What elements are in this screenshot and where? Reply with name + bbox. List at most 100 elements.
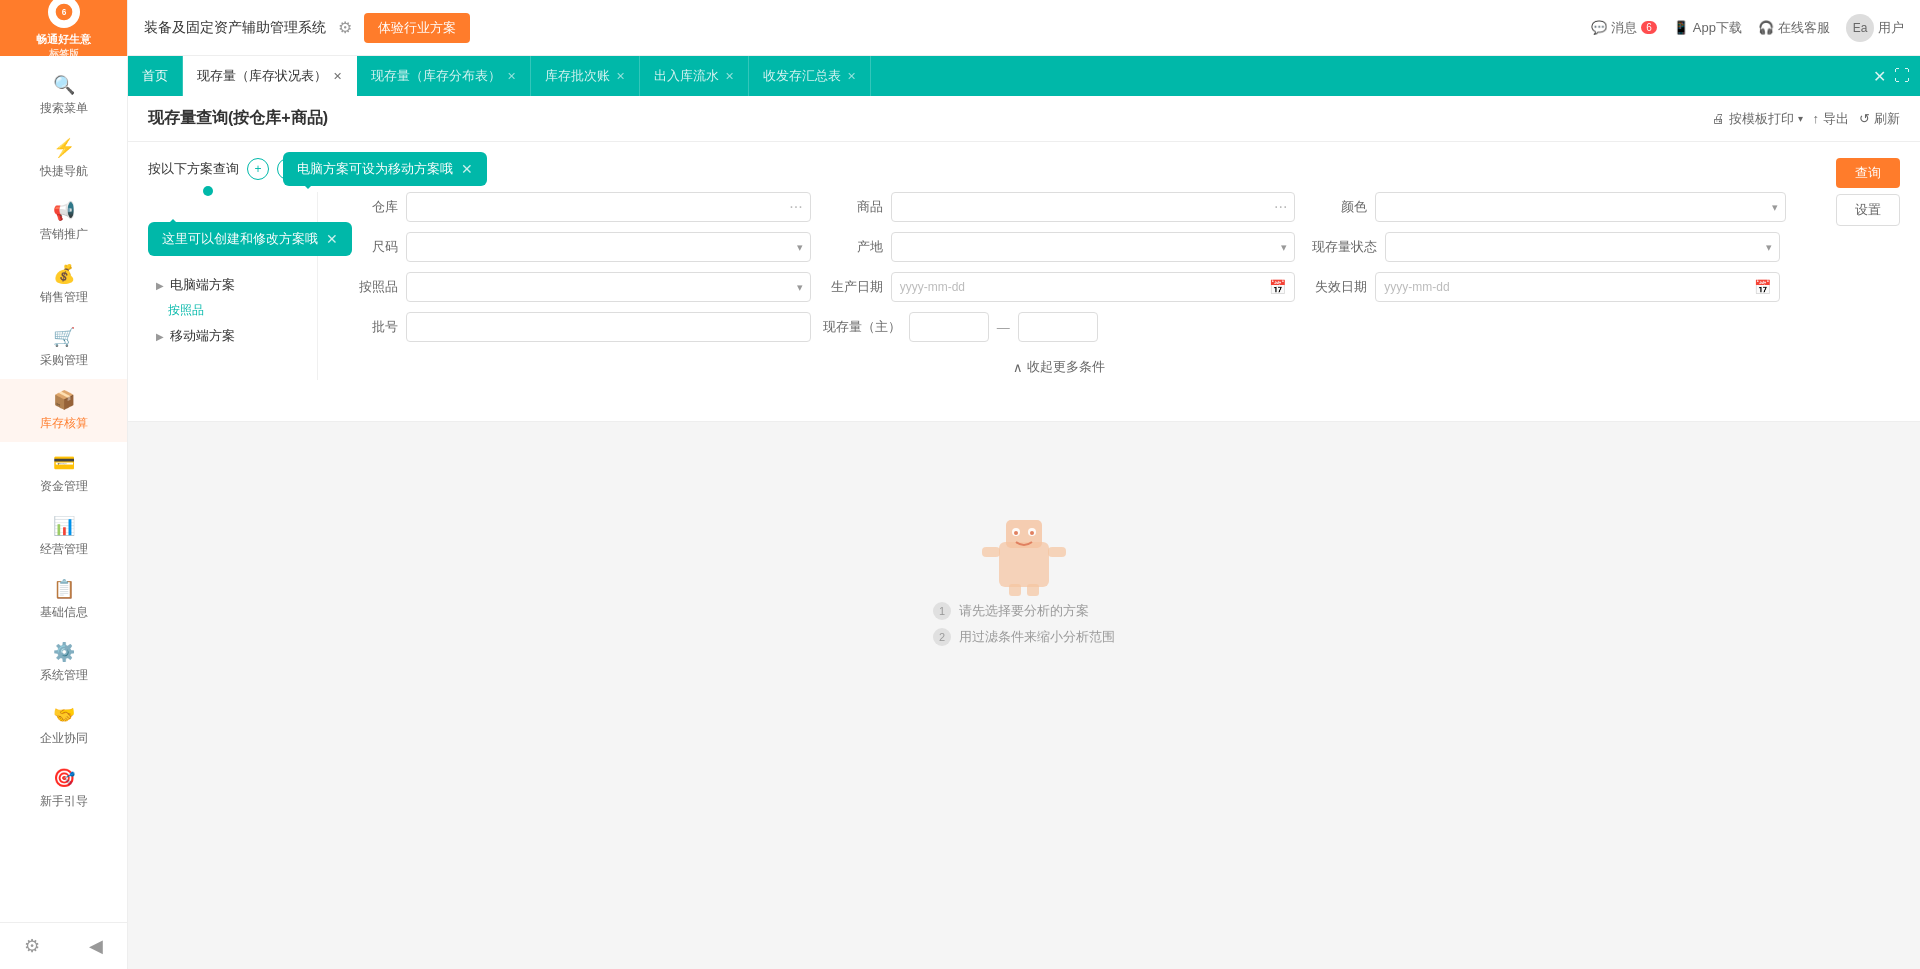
sidebar-label-guide: 新手引导 [40, 793, 88, 810]
goods-input[interactable] [891, 192, 1296, 222]
header: 装备及固定资产辅助管理系统 ⚙ 体验行业方案 💬 消息 6 📱 App下载 🎧 … [128, 0, 1920, 56]
expire-date-input[interactable]: yyyy-mm-dd 📅 [1375, 272, 1780, 302]
color-select[interactable] [1375, 192, 1786, 222]
size-select[interactable] [406, 232, 811, 262]
tooltip2-close[interactable]: ✕ [326, 231, 338, 247]
collapse-btn[interactable]: ∧ 收起更多条件 [338, 354, 1780, 380]
scheme-item-pc[interactable]: ▶ 电脑端方案 [148, 272, 309, 298]
produce-date-input[interactable]: yyyy-mm-dd 📅 [891, 272, 1296, 302]
sidebar-item-basic[interactable]: 📋 基础信息 [0, 568, 127, 631]
refresh-label: 刷新 [1874, 110, 1900, 128]
tab-inventory-dist-label: 现存量（库存分布表） [371, 67, 501, 85]
sidebar-label-inventory: 库存核算 [40, 415, 88, 432]
tab-batch-account[interactable]: 库存批次账 ✕ [531, 56, 640, 96]
sidebar-item-search-menu[interactable]: 🔍 搜索菜单 [0, 64, 127, 127]
sidebar-label-operation: 经营管理 [40, 541, 88, 558]
sidebar-bottom: ⚙ ◀ [0, 922, 127, 969]
support-btn[interactable]: 🎧 在线客服 [1758, 19, 1830, 37]
stock-status-select[interactable] [1385, 232, 1780, 262]
message-badge: 6 [1641, 21, 1657, 34]
sidebar-label-system: 系统管理 [40, 667, 88, 684]
empty-state: 1 请先选择要分析的方案 2 用过滤条件来缩小分析范围 [128, 422, 1920, 726]
tab-in-out-flow[interactable]: 出入库流水 ✕ [640, 56, 749, 96]
header-left: 装备及固定资产辅助管理系统 ⚙ 体验行业方案 [144, 13, 470, 43]
template-print-btn[interactable]: 🖨 按模板打印 ▾ [1712, 110, 1803, 128]
tab-recv-summary-label: 收发存汇总表 [763, 67, 841, 85]
sidebar-item-sales[interactable]: 💰 销售管理 [0, 253, 127, 316]
sidebar-label-enterprise: 企业协同 [40, 730, 88, 747]
app-download-btn[interactable]: 📱 App下载 [1673, 19, 1742, 37]
sidebar-item-marketing[interactable]: 📢 营销推广 [0, 190, 127, 253]
export-btn[interactable]: ↑ 导出 [1813, 110, 1850, 128]
origin-select[interactable] [891, 232, 1296, 262]
tab-inventory-status-close[interactable]: ✕ [333, 70, 342, 83]
tooltip1-close[interactable]: ✕ [461, 161, 473, 177]
search-btn[interactable]: 查询 [1836, 158, 1900, 188]
sidebar-item-quick-nav[interactable]: ⚡ 快捷导航 [0, 127, 127, 190]
tab-batch-account-close[interactable]: ✕ [616, 70, 625, 83]
sidebar-item-guide[interactable]: 🎯 新手引导 [0, 757, 127, 820]
goods-dots[interactable]: ··· [1270, 198, 1291, 216]
color-label: 颜色 [1307, 198, 1367, 216]
user-btn[interactable]: Ea 用户 [1846, 14, 1904, 42]
batchno-input[interactable] [406, 312, 811, 342]
svg-rect-8 [1009, 584, 1021, 596]
header-settings-icon[interactable]: ⚙ [338, 18, 352, 37]
empty-illustration [964, 502, 1084, 602]
empty-tip-2: 2 用过滤条件来缩小分析范围 [933, 628, 1115, 646]
filter-item-warehouse: 仓库 ··· [338, 192, 811, 222]
scheme-tooltip-1: 电脑方案可设为移动方案哦 ✕ [283, 152, 487, 186]
sidebar-item-finance[interactable]: 💳 资金管理 [0, 442, 127, 505]
plus-icon: + [254, 162, 261, 176]
page-header: 现存量查询(按仓库+商品) 🖨 按模板打印 ▾ ↑ 导出 ↺ 刷新 [128, 96, 1920, 142]
empty-tip-1: 1 请先选择要分析的方案 [933, 602, 1115, 620]
trial-btn[interactable]: 体验行业方案 [364, 13, 470, 43]
warehouse-input[interactable] [406, 192, 811, 222]
message-label: 消息 [1611, 19, 1637, 37]
tip-num-1: 1 [933, 602, 951, 620]
sidebar-label-finance: 资金管理 [40, 478, 88, 495]
refresh-btn[interactable]: ↺ 刷新 [1859, 110, 1900, 128]
chevron-right-icon2: ▶ [156, 331, 164, 342]
scheme-pc-sub[interactable]: 按照品 [148, 298, 309, 323]
settings-icon[interactable]: ⚙ [24, 935, 40, 957]
filter-item-category: 按照品 [338, 272, 811, 302]
inventory-icon: 📦 [53, 389, 75, 411]
warehouse-dots[interactable]: ··· [785, 198, 806, 216]
logo-title: 畅通好生意 [36, 32, 91, 47]
tab-inventory-status[interactable]: 现存量（库存状况表） ✕ [183, 56, 357, 96]
svg-rect-2 [999, 542, 1049, 587]
tab-inventory-dist[interactable]: 现存量（库存分布表） ✕ [357, 56, 531, 96]
tab-fullscreen-icon[interactable]: ⛶ [1894, 67, 1910, 85]
add-scheme-btn[interactable]: + [247, 158, 269, 180]
sidebar-item-purchase[interactable]: 🛒 采购管理 [0, 316, 127, 379]
collapse-icon[interactable]: ◀ [89, 935, 103, 957]
tab-recv-summary-close[interactable]: ✕ [847, 70, 856, 83]
search-menu-icon: 🔍 [53, 74, 75, 96]
tab-inventory-dist-close[interactable]: ✕ [507, 70, 516, 83]
sales-icon: 💰 [53, 263, 75, 285]
main-content: 现存量查询(按仓库+商品) 🖨 按模板打印 ▾ ↑ 导出 ↺ 刷新 查询 设置 [128, 96, 1920, 969]
expire-date-label: 失效日期 [1307, 278, 1367, 296]
filter-item-goods: 商品 ··· [823, 192, 1296, 222]
tab-batch-account-label: 库存批次账 [545, 67, 610, 85]
batchno-label: 批号 [338, 318, 398, 336]
tab-in-out-flow-close[interactable]: ✕ [725, 70, 734, 83]
tab-home[interactable]: 首页 [128, 56, 183, 96]
sidebar-item-inventory[interactable]: 📦 库存核算 [0, 379, 127, 442]
stock-main-max-input[interactable] [1018, 312, 1098, 342]
message-btn[interactable]: 💬 消息 6 [1591, 19, 1657, 37]
operation-icon: 📊 [53, 515, 75, 537]
filter-title: 按以下方案查询 [148, 160, 239, 178]
tab-close-all-icon[interactable]: ✕ [1873, 67, 1886, 86]
sidebar-item-system[interactable]: ⚙️ 系统管理 [0, 631, 127, 694]
finance-icon: 💳 [53, 452, 75, 474]
sidebar-item-operation[interactable]: 📊 经营管理 [0, 505, 127, 568]
headset-icon: 🎧 [1758, 20, 1774, 35]
category-select[interactable] [406, 272, 811, 302]
sidebar-item-enterprise[interactable]: 🤝 企业协同 [0, 694, 127, 757]
tab-recv-summary[interactable]: 收发存汇总表 ✕ [749, 56, 871, 96]
avatar: Ea [1846, 14, 1874, 42]
scheme-item-mobile[interactable]: ▶ 移动端方案 [148, 323, 309, 349]
stock-main-min-input[interactable] [909, 312, 989, 342]
